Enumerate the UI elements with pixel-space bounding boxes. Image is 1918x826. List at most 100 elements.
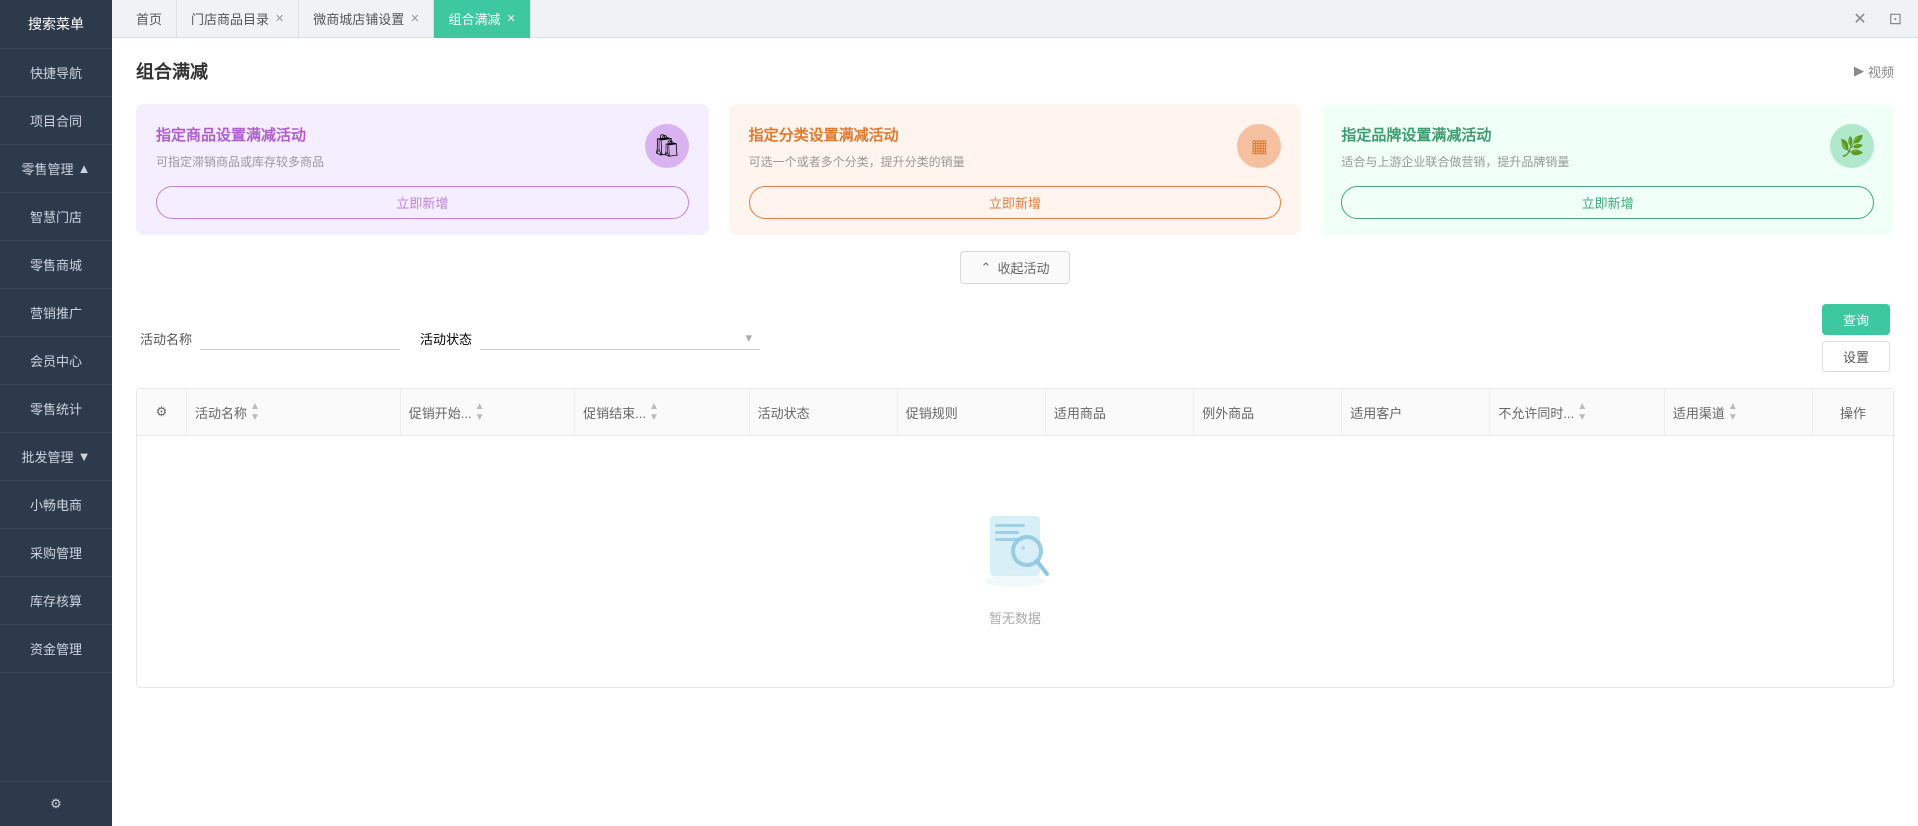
sidebar-item-purchase[interactable]: 采购管理: [0, 529, 112, 577]
th-action-label: 操作: [1840, 403, 1866, 422]
tab-wechat-setting[interactable]: 微商城店铺设置 ✕: [299, 0, 434, 38]
sidebar-item-retail-mgmt[interactable]: 零售管理 ▲: [0, 145, 112, 193]
tab-bar: 首页 门店商品目录 ✕ 微商城店铺设置 ✕ 组合满减 ✕ ✕ ⊡: [112, 0, 1918, 38]
th-rule-label: 促销规则: [906, 403, 958, 422]
sidebar: 搜索菜单 快捷导航 项目合同 零售管理 ▲ 智慧门店 零售商城 营销推广 会员中…: [0, 0, 112, 826]
sort-icon: ▲▼: [475, 401, 485, 423]
video-label: 视频: [1868, 62, 1894, 81]
activity-name-label: 活动名称: [140, 329, 192, 348]
activity-name-input[interactable]: [200, 326, 400, 350]
sidebar-item-wholesale[interactable]: 批发管理 ▼: [0, 433, 112, 481]
tab-wechat-setting-label: 微商城店铺设置: [313, 9, 404, 28]
sidebar-item-smart-store[interactable]: 智慧门店: [0, 193, 112, 241]
chevron-up-icon: ▲: [78, 161, 91, 176]
th-start-label: 促销开始...: [409, 403, 472, 422]
brand-icon: 🌿: [1830, 124, 1874, 168]
tab-store-catalog-label: 门店商品目录: [191, 9, 269, 28]
tab-bar-actions: ✕ ⊡: [1847, 7, 1908, 31]
gear-icon: ⚙: [50, 796, 62, 811]
th-conflict-label: 不允许同时...: [1498, 403, 1574, 422]
th-name-label: 活动名称: [195, 403, 247, 422]
collapse-icon: ⌃: [981, 260, 992, 276]
card-goods-title: 指定商品设置满减活动: [156, 124, 689, 145]
th-status-label: 活动状态: [758, 403, 810, 422]
chevron-down-icon: ▼: [78, 449, 91, 464]
tab-store-catalog[interactable]: 门店商品目录 ✕: [177, 0, 299, 38]
cards-row: 🛍 指定商品设置满减活动 可指定滞销商品或库存较多商品 立即新增 ▦ 指定分类设…: [136, 104, 1894, 235]
video-link[interactable]: ▶ 视频: [1854, 62, 1894, 81]
retail-mgmt-label: 零售管理: [22, 159, 74, 178]
collapse-bar: ⌃ 收起活动: [136, 251, 1894, 284]
th-conflict[interactable]: 不允许同时... ▲▼: [1490, 389, 1664, 435]
page-title: 组合满减: [136, 58, 208, 84]
gear-icon: ⚙: [156, 404, 168, 420]
th-action: 操作: [1813, 389, 1893, 435]
card-category-btn[interactable]: 立即新增: [749, 186, 1282, 219]
card-goods: 🛍 指定商品设置满减活动 可指定滞销商品或库存较多商品 立即新增: [136, 104, 709, 235]
wholesale-label: 批发管理: [22, 447, 74, 466]
setting-button[interactable]: 设置: [1822, 341, 1890, 372]
card-category-title: 指定分类设置满减活动: [749, 124, 1282, 145]
card-brand-title: 指定品牌设置满减活动: [1341, 124, 1874, 145]
content-area: 组合满减 ▶ 视频 🛍 指定商品设置满减活动 可指定滞销商品或库存较多商品 立即…: [112, 38, 1918, 826]
sidebar-item-member[interactable]: 会员中心: [0, 337, 112, 385]
th-customer-label: 适用客户: [1350, 403, 1402, 422]
collapse-button[interactable]: ⌃ 收起活动: [960, 251, 1071, 284]
sidebar-search[interactable]: 搜索菜单: [0, 0, 112, 49]
sidebar-item-finance[interactable]: 资金管理: [0, 625, 112, 673]
close-window-btn[interactable]: ✕: [1847, 7, 1872, 31]
goods-icon: 🛍: [645, 124, 689, 168]
sort-icon: ▲▼: [649, 401, 659, 423]
sidebar-item-marketing[interactable]: 营销推广: [0, 289, 112, 337]
th-customer: 适用客户: [1342, 389, 1490, 435]
collapse-label: 收起活动: [997, 258, 1049, 277]
card-category-desc: 可选一个或者多个分类，提升分类的销量: [749, 153, 1282, 170]
th-rule: 促销规则: [898, 389, 1046, 435]
th-except: 例外商品: [1194, 389, 1342, 435]
empty-illustration: [965, 496, 1065, 596]
sidebar-item-retail-mall[interactable]: 零售商城: [0, 241, 112, 289]
sidebar-item-project[interactable]: 项目合同: [0, 97, 112, 145]
table-header: ⚙ 活动名称 ▲▼ 促销开始... ▲▼ 促销结束... ▲▼ 活动状态: [137, 389, 1893, 436]
search-buttons: 查询 设置: [1822, 304, 1890, 372]
empty-state: 暂无数据: [137, 436, 1893, 687]
card-brand-btn[interactable]: 立即新增: [1341, 186, 1874, 219]
data-table: ⚙ 活动名称 ▲▼ 促销开始... ▲▼ 促销结束... ▲▼ 活动状态: [136, 388, 1894, 688]
sidebar-item-xiaochang[interactable]: 小畅电商: [0, 481, 112, 529]
maximize-window-btn[interactable]: ⊡: [1883, 7, 1908, 31]
sort-icon: ▲▼: [1728, 401, 1738, 423]
card-goods-desc: 可指定滞销商品或库存较多商品: [156, 153, 689, 170]
tab-combo-discount[interactable]: 组合满减 ✕: [434, 0, 530, 38]
tab-wechat-setting-close[interactable]: ✕: [410, 12, 419, 25]
page-header: 组合满减 ▶ 视频: [136, 58, 1894, 84]
tab-home[interactable]: 首页: [122, 0, 177, 38]
th-channel[interactable]: 适用渠道 ▲▼: [1665, 389, 1813, 435]
th-start[interactable]: 促销开始... ▲▼: [401, 389, 575, 435]
sidebar-item-inventory[interactable]: 库存核算: [0, 577, 112, 625]
sidebar-item-quick-nav[interactable]: 快捷导航: [0, 49, 112, 97]
main-area: 首页 门店商品目录 ✕ 微商城店铺设置 ✕ 组合满减 ✕ ✕ ⊡ 组合满减 ▶ …: [112, 0, 1918, 826]
sidebar-settings[interactable]: ⚙: [0, 781, 112, 826]
query-button[interactable]: 查询: [1822, 304, 1890, 335]
play-circle-icon: ▶: [1854, 63, 1864, 79]
th-end[interactable]: 促销结束... ▲▼: [575, 389, 749, 435]
card-category: ▦ 指定分类设置满减活动 可选一个或者多个分类，提升分类的销量 立即新增: [729, 104, 1302, 235]
card-goods-btn[interactable]: 立即新增: [156, 186, 689, 219]
th-except-label: 例外商品: [1202, 403, 1254, 422]
th-status: 活动状态: [750, 389, 898, 435]
activity-status-select[interactable]: 进行中 已结束 未开始: [480, 326, 760, 350]
th-name[interactable]: 活动名称 ▲▼: [187, 389, 401, 435]
th-end-label: 促销结束...: [583, 403, 646, 422]
tab-home-label: 首页: [136, 9, 162, 28]
sort-icon: ▲▼: [250, 401, 260, 423]
tab-combo-discount-close[interactable]: ✕: [507, 12, 516, 25]
search-bar: 活动名称 活动状态 进行中 已结束 未开始 ▾ 查询 设置: [136, 304, 1894, 372]
empty-text: 暂无数据: [157, 608, 1873, 627]
sort-icon: ▲▼: [1577, 401, 1587, 423]
activity-name-field: 活动名称: [140, 326, 400, 350]
sidebar-item-retail-stats[interactable]: 零售统计: [0, 385, 112, 433]
th-channel-label: 适用渠道: [1673, 403, 1725, 422]
th-goods: 适用商品: [1046, 389, 1194, 435]
th-gear[interactable]: ⚙: [137, 389, 187, 435]
tab-store-catalog-close[interactable]: ✕: [275, 12, 284, 25]
